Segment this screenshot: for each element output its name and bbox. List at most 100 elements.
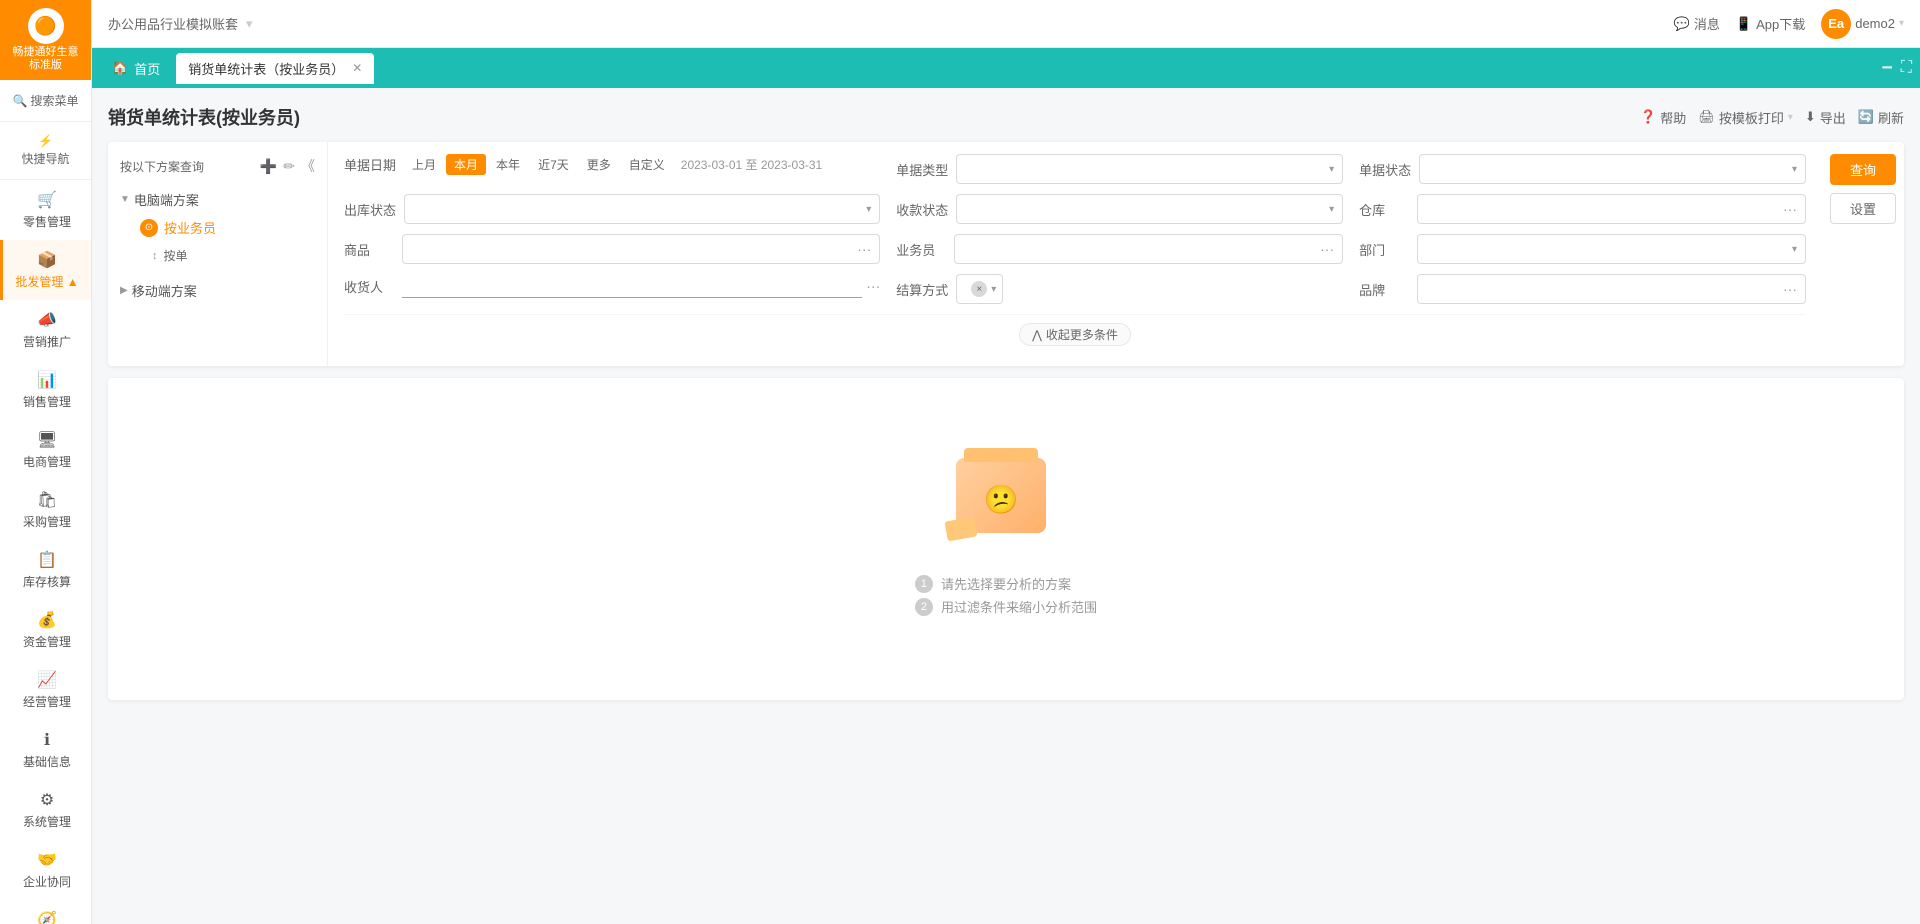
wholesale-icon: 📦: [37, 250, 57, 270]
refresh-icon: 🔄: [1858, 109, 1874, 125]
date-tab-more[interactable]: 更多: [579, 154, 619, 175]
sidebar-logo[interactable]: 🟠 畅捷通好生意 标准版: [0, 0, 91, 80]
filter-warehouse: 仓库 ···: [1359, 194, 1806, 224]
app-download-button[interactable]: 📱 App下载: [1736, 14, 1805, 33]
empty-tips: 1 请先选择要分析的方案 2 用过滤条件来缩小分析范围: [915, 574, 1097, 620]
settlement-close-icon[interactable]: ×: [971, 281, 987, 297]
sidebar-item-operation[interactable]: 📈 经营管理: [0, 660, 91, 720]
category-mobile-arrow-icon: ▶: [120, 285, 128, 296]
sidebar-item-purchase[interactable]: 🛍 采购管理: [0, 480, 91, 540]
dept-select[interactable]: ▾: [1417, 234, 1806, 264]
print-button[interactable]: 🖨 按模板打印 ▾: [1698, 108, 1793, 127]
filter-salesman: 业务员 ···: [896, 234, 1343, 264]
sidebar-item-marketing[interactable]: 📣 营销推广: [0, 300, 91, 360]
settlement-tag[interactable]: × ▾: [956, 274, 1003, 304]
scheme-header-actions: ➕ ✏ 《: [260, 156, 315, 176]
sidebar-item-label: 批发管理 ▲: [15, 273, 78, 290]
date-tab-7days[interactable]: 近7天: [530, 154, 577, 175]
help-button[interactable]: ❓ 帮助: [1640, 108, 1686, 127]
tab-minimize-icon[interactable]: 🗕: [1881, 55, 1892, 82]
main-area: 办公用品行业模拟账套 ▾ 💬 消息 📱 App下载 Ea demo2 ▾ �: [92, 0, 1920, 924]
tab-icons: 🗕 ⛶: [1881, 55, 1912, 82]
filter-out-status: 出库状态 ▾: [344, 194, 880, 224]
tab-maximize-icon[interactable]: ⛶: [1901, 59, 1912, 77]
ecommerce-icon: 🖥: [37, 430, 57, 450]
sidebar-search-button[interactable]: 🔍 搜索菜单: [0, 80, 91, 122]
sidebar-item-basic[interactable]: ℹ 基础信息: [0, 720, 91, 780]
sidebar-item-wholesale[interactable]: 📦 批发管理 ▲: [0, 240, 91, 300]
sidebar-item-enterprise[interactable]: 🤝 企业协同: [0, 840, 91, 900]
inventory-icon: 📋: [37, 550, 57, 570]
doc-status-arrow-icon: ▾: [1792, 164, 1797, 175]
date-tab-this-month[interactable]: 本月: [446, 154, 486, 175]
tip-1-num: 1: [915, 575, 933, 593]
sidebar-item-label: 销售管理: [23, 393, 71, 410]
sidebar-item-guide[interactable]: 🧭 新手引导: [0, 900, 91, 924]
filter-doc-status: 单据状态 ▾: [1359, 154, 1806, 184]
date-range-text: 2023-03-01 至 2023-03-31: [681, 156, 822, 173]
receiver-input[interactable]: [402, 274, 862, 298]
filter-panel: 按以下方案查询 ➕ ✏ 《 ▼ 电脑端方案: [108, 142, 1904, 366]
warehouse-label: 仓库: [1359, 200, 1409, 219]
filter-dept: 部门 ▾: [1359, 234, 1806, 264]
sidebar-item-sales[interactable]: 📊 销售管理: [0, 360, 91, 420]
tab-home[interactable]: 🏠 首页: [100, 53, 172, 84]
dept-label: 部门: [1359, 240, 1409, 259]
salesman-select[interactable]: ···: [954, 234, 1343, 264]
refresh-button[interactable]: 🔄 刷新: [1858, 108, 1904, 127]
sidebar-item-system[interactable]: ⚙ 系统管理: [0, 780, 91, 840]
goods-label: 商品: [344, 240, 394, 259]
warehouse-select[interactable]: ···: [1417, 194, 1806, 224]
receipt-status-arrow-icon: ▾: [1329, 204, 1334, 215]
export-button[interactable]: ⬇ 导出: [1805, 108, 1846, 127]
receipt-status-select[interactable]: ▾: [956, 194, 1343, 224]
settlement-label: 结算方式: [896, 280, 948, 299]
scheme-category-mobile-header[interactable]: ▶ 移动端方案: [120, 277, 315, 304]
scheme-category-pc-header[interactable]: ▼ 电脑端方案: [120, 186, 315, 213]
dept-arrow-icon: ▾: [1792, 244, 1797, 255]
brand-select[interactable]: ···: [1417, 274, 1806, 304]
sidebar-item-ecommerce[interactable]: 🖥 电商管理: [0, 420, 91, 480]
goods-select[interactable]: ···: [402, 234, 880, 264]
doc-status-select[interactable]: ▾: [1419, 154, 1806, 184]
sidebar-item-inventory[interactable]: 📋 库存核算: [0, 540, 91, 600]
sidebar-item-label: 库存核算: [23, 573, 71, 590]
message-button[interactable]: 💬 消息: [1674, 14, 1720, 33]
query-button[interactable]: 查询: [1830, 154, 1896, 185]
filter-row-2: 出库状态 ▾ 收款状态: [344, 194, 1806, 224]
scheme-panel: 按以下方案查询 ➕ ✏ 《 ▼ 电脑端方案: [108, 142, 328, 366]
scheme-collapse-icon[interactable]: 《: [301, 156, 315, 176]
tab-sales-stat[interactable]: 销货单统计表（按业务员） ✕: [176, 53, 374, 84]
print-label: 按模板打印: [1719, 108, 1784, 127]
date-tab-custom[interactable]: 自定义: [621, 154, 673, 175]
logo-icon: 🟠: [28, 8, 64, 44]
scheme-add-icon[interactable]: ➕: [260, 158, 277, 175]
header-left: 办公用品行业模拟账套 ▾: [108, 14, 253, 33]
setting-button[interactable]: 设置: [1830, 193, 1896, 224]
sidebar-item-retail[interactable]: 🛒 零售管理: [0, 180, 91, 240]
tab-close-icon[interactable]: ✕: [352, 61, 362, 75]
sales-icon: 📊: [37, 370, 57, 390]
breadcrumb: 办公用品行业模拟账套: [108, 14, 238, 33]
collapse-button[interactable]: ⋀ 收起更多条件: [1019, 323, 1131, 346]
out-status-select[interactable]: ▾: [404, 194, 880, 224]
date-label: 单据日期: [344, 155, 396, 174]
user-label: demo2: [1855, 16, 1895, 31]
page-content: 销货单统计表(按业务员) ❓ 帮助 🖨 按模板打印 ▾ ⬇ 导出: [92, 88, 1920, 924]
scheme-item-salesman[interactable]: ⊙ 按业务员: [120, 213, 315, 242]
page-title-actions: ❓ 帮助 🖨 按模板打印 ▾ ⬇ 导出 🔄 刷新: [1640, 108, 1904, 127]
sidebar-item-finance[interactable]: 💰 资金管理: [0, 600, 91, 660]
date-tab-this-year[interactable]: 本年: [488, 154, 528, 175]
sidebar-item-label: 资金管理: [23, 633, 71, 650]
date-tab-last-month[interactable]: 上月: [404, 154, 444, 175]
filter-receiver: 收货人 ···: [344, 274, 880, 298]
user-menu-button[interactable]: Ea demo2 ▾: [1821, 9, 1904, 39]
filter-brand: 品牌 ···: [1359, 274, 1806, 304]
quick-nav-button[interactable]: ⚡ 快捷导航: [0, 122, 91, 180]
filter-row-3: 商品 ··· 业务员 ···: [344, 234, 1806, 264]
doc-type-select[interactable]: ▾: [956, 154, 1343, 184]
scheme-item-order[interactable]: ↕ 按单: [120, 242, 315, 269]
collapse-up-icon: ⋀: [1032, 328, 1042, 342]
avatar: Ea: [1821, 9, 1851, 39]
scheme-edit-icon[interactable]: ✏: [283, 158, 295, 175]
